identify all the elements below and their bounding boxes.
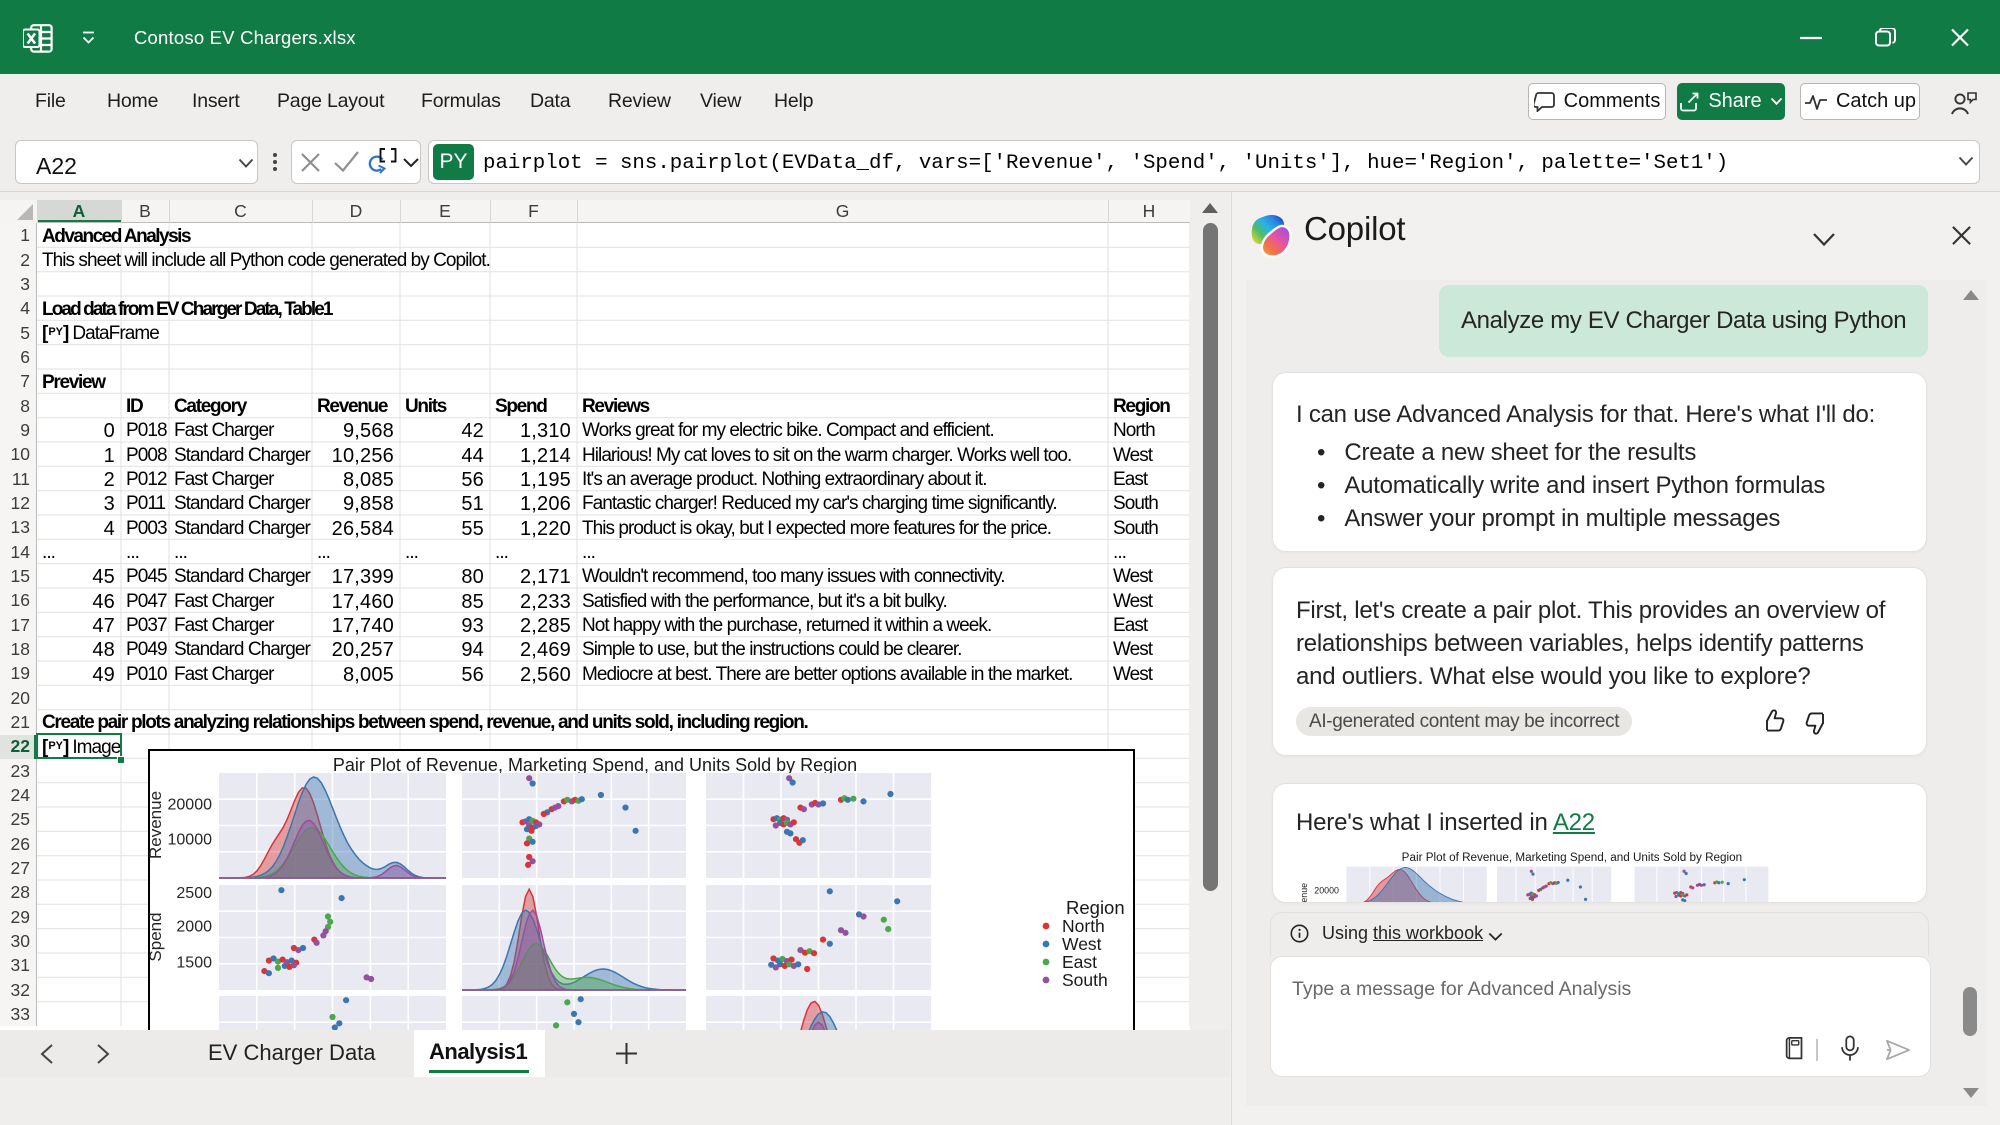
svg-text:Pair Plot of Revenue, Marketin: Pair Plot of Revenue, Marketing Spend, a… bbox=[1402, 851, 1742, 864]
svg-text:North: North bbox=[1062, 916, 1105, 936]
svg-text:Spend: Spend bbox=[148, 912, 165, 961]
svg-text:South: South bbox=[1062, 970, 1108, 990]
svg-text:10000: 10000 bbox=[168, 832, 213, 849]
svg-text:enue: enue bbox=[1299, 883, 1309, 903]
svg-text:Pair Plot of Revenue, Marketin: Pair Plot of Revenue, Marketing Spend, a… bbox=[333, 755, 857, 775]
svg-text:2000: 2000 bbox=[176, 919, 212, 936]
svg-text:20000: 20000 bbox=[1314, 886, 1339, 896]
svg-text:20000: 20000 bbox=[168, 797, 213, 814]
svg-text:West: West bbox=[1062, 934, 1102, 954]
svg-text:Region: Region bbox=[1066, 897, 1125, 918]
svg-text:East: East bbox=[1062, 952, 1097, 972]
svg-text:2500: 2500 bbox=[176, 885, 212, 902]
svg-text:Revenue: Revenue bbox=[148, 791, 165, 859]
svg-text:1500: 1500 bbox=[176, 955, 212, 972]
